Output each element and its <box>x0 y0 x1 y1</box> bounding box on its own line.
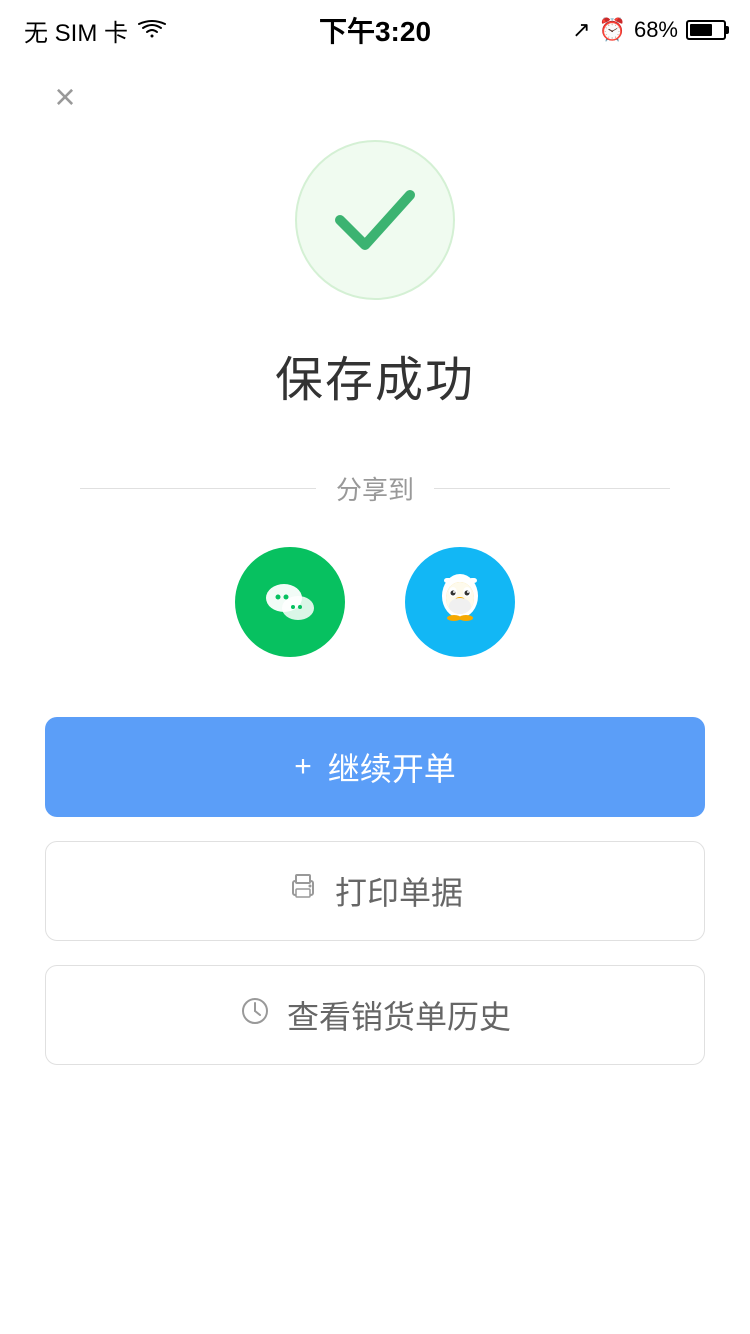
share-divider: 分享到 <box>0 470 750 507</box>
battery-percent: 68% <box>634 17 678 43</box>
continue-button[interactable]: + 继续开单 <box>45 717 705 817</box>
print-button[interactable]: 打印单据 <box>45 841 705 941</box>
success-circle <box>295 140 455 300</box>
wechat-logo <box>258 570 323 635</box>
continue-label: 继续开单 <box>328 744 456 790</box>
divider-left <box>80 488 316 489</box>
history-label: 查看销货单历史 <box>287 992 511 1038</box>
sim-status: 无 SIM 卡 <box>24 13 128 48</box>
alarm-icon: ⏰ <box>599 17 626 43</box>
share-icons <box>235 547 515 657</box>
success-title: 保存成功 <box>275 340 475 410</box>
close-button[interactable]: × <box>40 72 90 122</box>
main-content: 保存成功 分享到 <box>0 60 750 1065</box>
close-icon: × <box>54 79 75 115</box>
battery-icon <box>686 20 726 40</box>
status-time: 下午3:20 <box>319 10 431 50</box>
action-buttons: + 继续开单 打印单据 <box>45 717 705 1065</box>
plus-icon: + <box>294 750 312 784</box>
location-icon: ↗ <box>572 17 590 43</box>
wechat-share-button[interactable] <box>235 547 345 657</box>
status-bar: 无 SIM 卡 下午3:20 ↗ ⏰ 68% <box>0 0 750 60</box>
printer-icon <box>287 871 319 911</box>
qq-logo <box>428 568 493 636</box>
wifi-icon <box>138 20 166 40</box>
share-label: 分享到 <box>336 470 414 507</box>
qq-share-button[interactable] <box>405 547 515 657</box>
status-left: 无 SIM 卡 <box>24 13 166 48</box>
checkmark-icon <box>330 180 420 260</box>
divider-right <box>434 488 670 489</box>
share-section: 分享到 <box>0 470 750 657</box>
status-right: ↗ ⏰ 68% <box>572 17 726 43</box>
clock-icon <box>239 995 271 1035</box>
print-label: 打印单据 <box>335 868 463 914</box>
history-button[interactable]: 查看销货单历史 <box>45 965 705 1065</box>
